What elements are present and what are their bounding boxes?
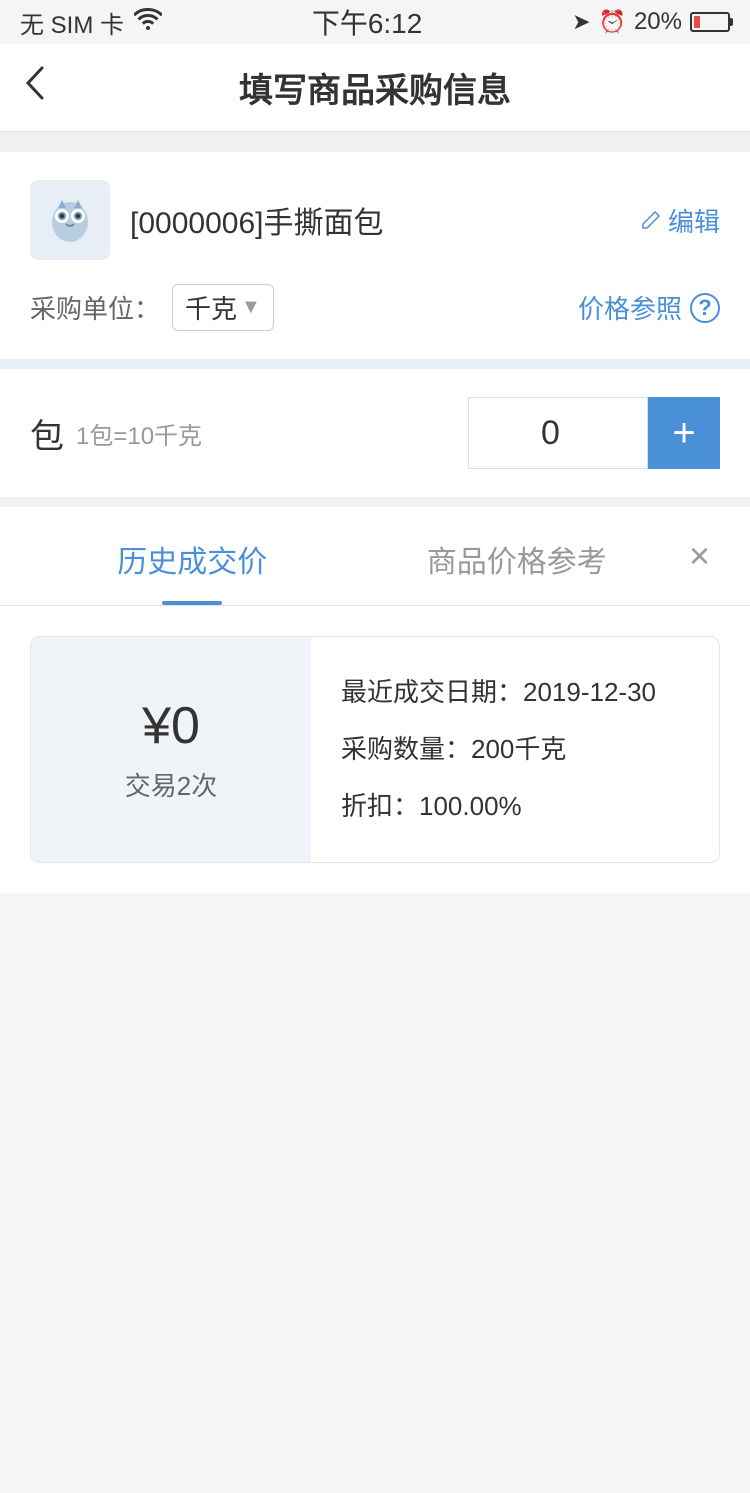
price-ref-label: 价格参照	[578, 289, 682, 326]
quantity-label: 包 1包=10千克	[30, 409, 202, 458]
product-thumbnail	[30, 180, 110, 260]
divider	[0, 359, 750, 369]
purchase-qty-row: 采购数量：200千克	[341, 730, 689, 769]
status-time: 下午6:12	[312, 2, 423, 42]
product-name: [0000006]手撕面包	[130, 198, 383, 242]
bottom-panel: 历史成交价 商品价格参考 × ¥0 交易2次 最近成交日期：2019-12-30…	[0, 507, 750, 893]
purchase-qty-label: 采购数量：	[341, 734, 471, 764]
history-detail-section: 最近成交日期：2019-12-30 采购数量：200千克 折扣：100.00%	[311, 637, 719, 862]
history-content: ¥0 交易2次 最近成交日期：2019-12-30 采购数量：200千克 折扣：…	[0, 606, 750, 893]
latest-date-value: 2019-12-30	[523, 677, 656, 707]
product-header: [0000006]手撕面包 编辑	[30, 180, 720, 260]
history-trade-count: 交易2次	[125, 766, 217, 803]
quantity-row: 包 1包=10千克 +	[0, 369, 750, 497]
status-right: ➤ ⏰ 20%	[572, 8, 730, 36]
purchase-qty-value: 200千克	[471, 734, 566, 764]
battery-fill	[694, 16, 700, 28]
qty-sub-text: 1包=10千克	[76, 416, 202, 451]
tab-bar: 历史成交价 商品价格参考 ×	[0, 507, 750, 606]
discount-value: 100.00%	[419, 791, 522, 821]
history-price: ¥0	[142, 696, 200, 756]
history-card: ¥0 交易2次 最近成交日期：2019-12-30 采购数量：200千克 折扣：…	[30, 636, 720, 863]
latest-date-row: 最近成交日期：2019-12-30	[341, 673, 689, 712]
location-icon: ➤	[572, 9, 590, 35]
discount-row: 折扣：100.00%	[341, 787, 689, 826]
qty-plus-button[interactable]: +	[648, 397, 720, 469]
unit-arrow-icon: ▼	[241, 296, 261, 319]
quantity-input[interactable]	[468, 397, 648, 469]
product-footer: 采购单位： 千克 ▼ 价格参照 ?	[30, 284, 720, 331]
nav-bar: 填写商品采购信息	[0, 44, 750, 132]
tab-history-price[interactable]: 历史成交价	[30, 507, 354, 605]
unit-label: 采购单位：	[30, 289, 160, 326]
qty-input-group: +	[468, 397, 720, 469]
edit-button[interactable]: 编辑	[640, 202, 720, 239]
discount-label: 折扣：	[341, 791, 419, 821]
history-price-section: ¥0 交易2次	[31, 637, 311, 862]
unit-selector[interactable]: 千克 ▼	[172, 284, 274, 331]
page-title: 填写商品采购信息	[239, 63, 511, 112]
product-card: [0000006]手撕面包 编辑 采购单位： 千克 ▼ 价格参照 ?	[0, 152, 750, 359]
edit-label: 编辑	[668, 202, 720, 239]
close-panel-button[interactable]: ×	[679, 525, 720, 587]
unit-section: 采购单位： 千克 ▼	[30, 284, 274, 331]
info-icon: ?	[690, 293, 720, 323]
unit-value: 千克	[185, 289, 237, 326]
price-reference-button[interactable]: 价格参照 ?	[578, 289, 720, 326]
product-left: [0000006]手撕面包	[30, 180, 383, 260]
wifi-icon	[134, 8, 162, 37]
qty-unit: 包	[30, 409, 64, 458]
back-button[interactable]	[24, 66, 44, 109]
status-left: 无 SIM 卡	[20, 5, 162, 40]
alarm-icon: ⏰	[599, 9, 626, 35]
battery-percent: 20%	[634, 8, 682, 36]
page-background	[0, 893, 750, 1493]
status-bar: 无 SIM 卡 下午6:12 ➤ ⏰ 20%	[0, 0, 750, 44]
latest-date-label: 最近成交日期：	[341, 677, 523, 707]
battery-icon	[690, 12, 730, 32]
carrier-text: 无 SIM 卡	[20, 5, 124, 40]
tab-price-reference[interactable]: 商品价格参考	[354, 507, 678, 605]
